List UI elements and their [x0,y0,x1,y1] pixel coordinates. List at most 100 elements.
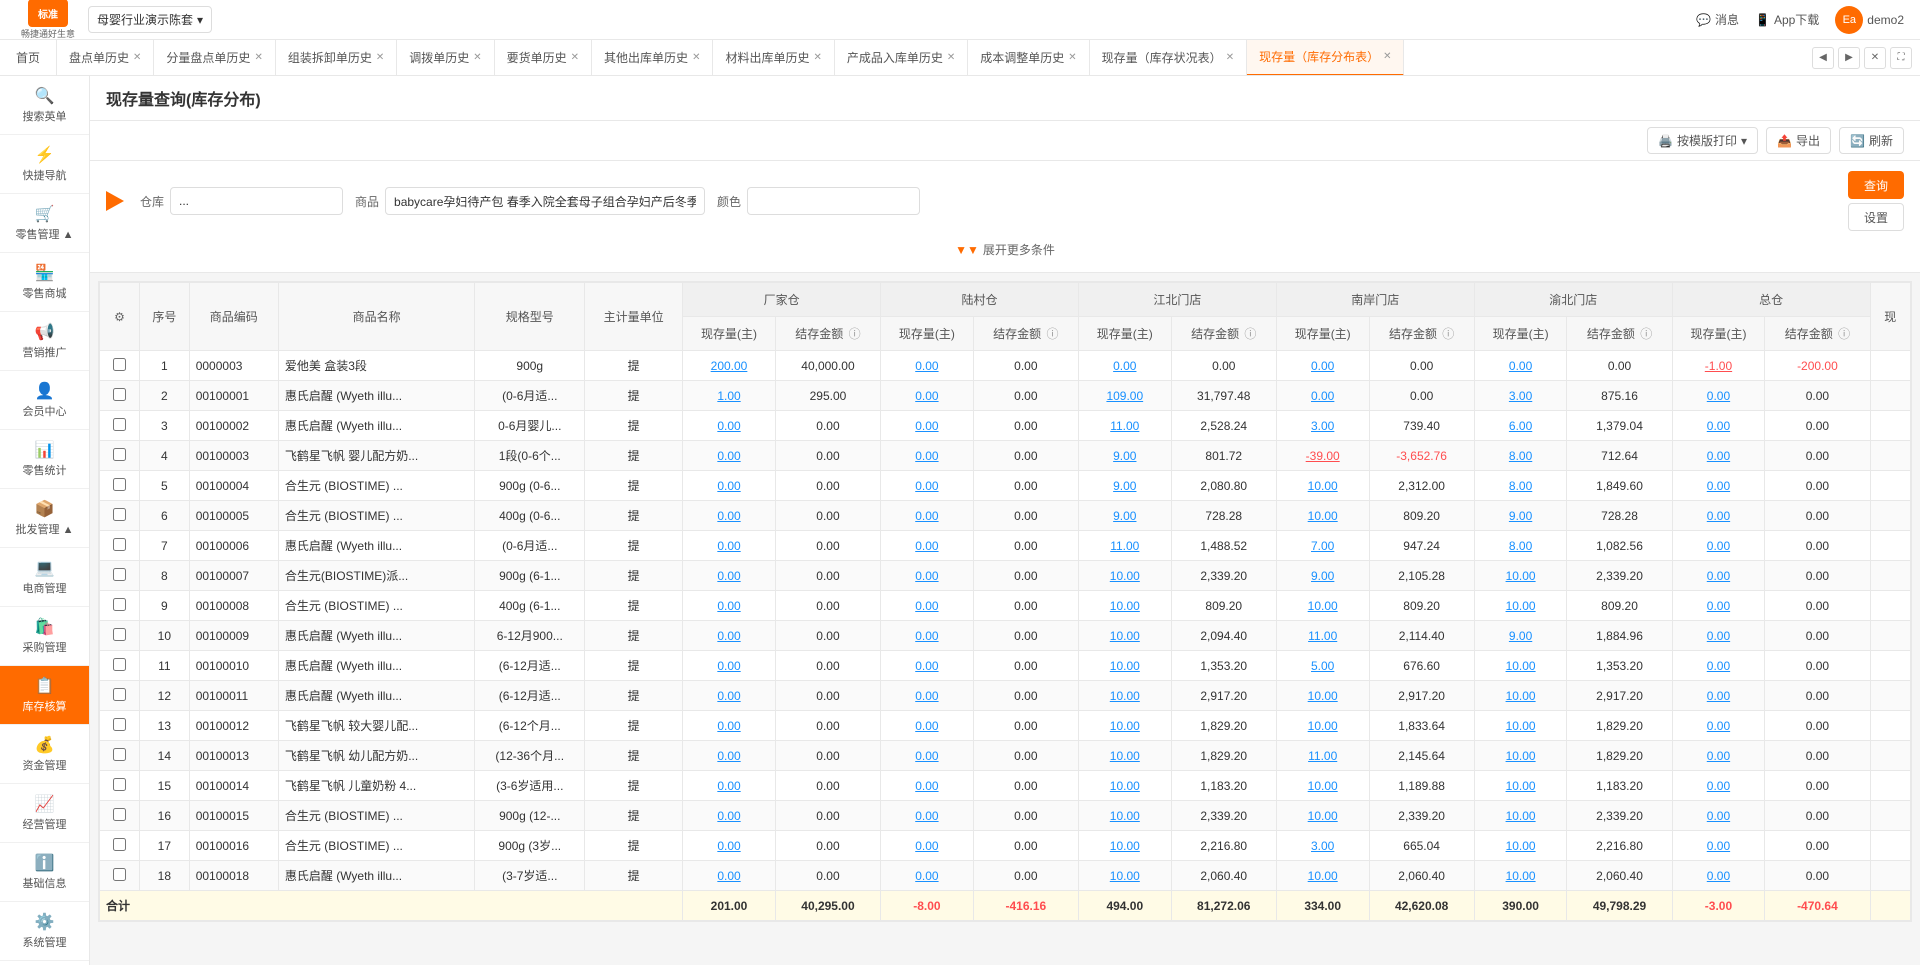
cell-check[interactable] [100,471,140,501]
sidebar-item-5[interactable]: 👤 会员中心 [0,371,89,430]
tab-item-3[interactable]: 组装拆卸单历史✕ [276,40,397,76]
cell-wt-qty[interactable]: 0.00 [1672,711,1765,741]
cell-wt-qty[interactable]: 0.00 [1672,771,1765,801]
cell-w2-qty[interactable]: 0.00 [881,441,974,471]
cell-w4-qty[interactable]: 11.00 [1276,621,1369,651]
refresh-button[interactable]: 🔄 刷新 [1839,127,1904,154]
app-download-button[interactable]: 📱 App下载 [1755,11,1819,28]
cell-w5-qty[interactable]: 8.00 [1474,471,1567,501]
cell-w5-qty[interactable]: 8.00 [1474,531,1567,561]
cell-w3-qty[interactable]: 10.00 [1078,591,1171,621]
filter-toggle-icon[interactable] [106,191,124,211]
cell-wt-qty[interactable]: 0.00 [1672,801,1765,831]
cell-w2-qty[interactable]: 0.00 [881,801,974,831]
cell-w4-qty[interactable]: 10.00 [1276,861,1369,891]
sidebar-item-13[interactable]: ℹ️ 基础信息 [0,843,89,902]
cell-wt-qty[interactable]: 0.00 [1672,471,1765,501]
cell-w2-qty[interactable]: 0.00 [881,861,974,891]
cell-check[interactable] [100,561,140,591]
cell-w3-qty[interactable]: 10.00 [1078,861,1171,891]
cell-w4-qty[interactable]: 10.00 [1276,711,1369,741]
tab-close-icon[interactable]: ✕ [1068,52,1076,63]
cell-w4-qty[interactable]: 9.00 [1276,561,1369,591]
cell-w1-qty[interactable]: 0.00 [683,621,776,651]
setting-button[interactable]: 设置 [1848,203,1904,231]
cell-w1-qty[interactable]: 200.00 [683,351,776,381]
cell-w2-qty[interactable]: 0.00 [881,411,974,441]
cell-w3-qty[interactable]: 10.00 [1078,801,1171,831]
cell-check[interactable] [100,351,140,381]
cell-w1-qty[interactable]: 0.00 [683,831,776,861]
sidebar-item-8[interactable]: 💻 电商管理 [0,548,89,607]
tab-home[interactable]: 首页 [0,40,57,76]
cell-w1-qty[interactable]: 0.00 [683,441,776,471]
cell-w5-qty[interactable]: 10.00 [1474,741,1567,771]
cell-w5-qty[interactable]: 10.00 [1474,801,1567,831]
cell-w5-qty[interactable]: 6.00 [1474,411,1567,441]
product-input[interactable] [385,187,705,215]
cell-w4-qty[interactable]: 3.00 [1276,831,1369,861]
cell-w4-qty[interactable]: 3.00 [1276,411,1369,441]
cell-w5-qty[interactable]: 10.00 [1474,861,1567,891]
tab-close-all-button[interactable]: ✕ [1864,47,1886,69]
cell-w2-qty[interactable]: 0.00 [881,621,974,651]
tab-item-7[interactable]: 材料出库单历史✕ [713,40,834,76]
cell-w5-qty[interactable]: 10.00 [1474,711,1567,741]
cell-w5-qty[interactable]: 10.00 [1474,831,1567,861]
cell-w1-qty[interactable]: 1.00 [683,381,776,411]
cell-wt-qty[interactable]: 0.00 [1672,501,1765,531]
cell-w3-qty[interactable]: 10.00 [1078,621,1171,651]
sidebar-item-0[interactable]: 🔍 搜索英单 [0,76,89,135]
cell-w4-qty[interactable]: -39.00 [1276,441,1369,471]
cell-w5-qty[interactable]: 10.00 [1474,771,1567,801]
cell-w5-qty[interactable]: 3.00 [1474,381,1567,411]
cell-w4-qty[interactable]: 10.00 [1276,771,1369,801]
cell-wt-qty[interactable]: 0.00 [1672,741,1765,771]
cell-w4-qty[interactable]: 11.00 [1276,741,1369,771]
cell-wt-qty[interactable]: 0.00 [1672,591,1765,621]
user-area[interactable]: Ea demo2 [1835,6,1904,34]
export-button[interactable]: 📤 导出 [1766,127,1831,154]
tab-close-icon[interactable]: ✕ [254,52,262,63]
tab-close-icon[interactable]: ✕ [947,52,955,63]
query-button[interactable]: 查询 [1848,171,1904,199]
cell-check[interactable] [100,621,140,651]
cell-w1-qty[interactable]: 0.00 [683,651,776,681]
sidebar-item-10[interactable]: 📋 库存核算 [0,666,89,725]
cell-w5-qty[interactable]: 10.00 [1474,651,1567,681]
cell-wt-qty[interactable]: 0.00 [1672,531,1765,561]
tab-close-icon[interactable]: ✕ [473,52,481,63]
cell-w3-qty[interactable]: 9.00 [1078,441,1171,471]
cell-wt-qty[interactable]: 0.00 [1672,561,1765,591]
cell-w3-qty[interactable]: 10.00 [1078,681,1171,711]
cell-check[interactable] [100,381,140,411]
cell-w4-qty[interactable]: 7.00 [1276,531,1369,561]
cell-w1-qty[interactable]: 0.00 [683,471,776,501]
cell-w3-qty[interactable]: 9.00 [1078,501,1171,531]
cell-check[interactable] [100,801,140,831]
cell-w1-qty[interactable]: 0.00 [683,801,776,831]
sidebar-item-12[interactable]: 📈 经营管理 [0,784,89,843]
sidebar-item-3[interactable]: 🏪 零售商城 [0,253,89,312]
cell-check[interactable] [100,681,140,711]
cell-check[interactable] [100,651,140,681]
cell-w2-qty[interactable]: 0.00 [881,591,974,621]
cell-w4-qty[interactable]: 10.00 [1276,591,1369,621]
cell-check[interactable] [100,441,140,471]
tab-item-9[interactable]: 成本调整单历史✕ [968,40,1089,76]
cell-w1-qty[interactable]: 0.00 [683,861,776,891]
cell-w2-qty[interactable]: 0.00 [881,741,974,771]
cell-check[interactable] [100,501,140,531]
cell-w4-qty[interactable]: 10.00 [1276,681,1369,711]
sidebar-item-6[interactable]: 📊 零售统计 [0,430,89,489]
cell-w5-qty[interactable]: 9.00 [1474,621,1567,651]
cell-w2-qty[interactable]: 0.00 [881,381,974,411]
cell-check[interactable] [100,591,140,621]
th-settings[interactable]: ⚙ [100,283,140,351]
cell-w2-qty[interactable]: 0.00 [881,561,974,591]
tab-fullscreen-button[interactable]: ⛶ [1890,47,1912,69]
cell-check[interactable] [100,711,140,741]
print-button[interactable]: 🖨️ 按模版打印 ▾ [1647,127,1758,154]
cell-check[interactable] [100,411,140,441]
cell-w3-qty[interactable]: 10.00 [1078,771,1171,801]
